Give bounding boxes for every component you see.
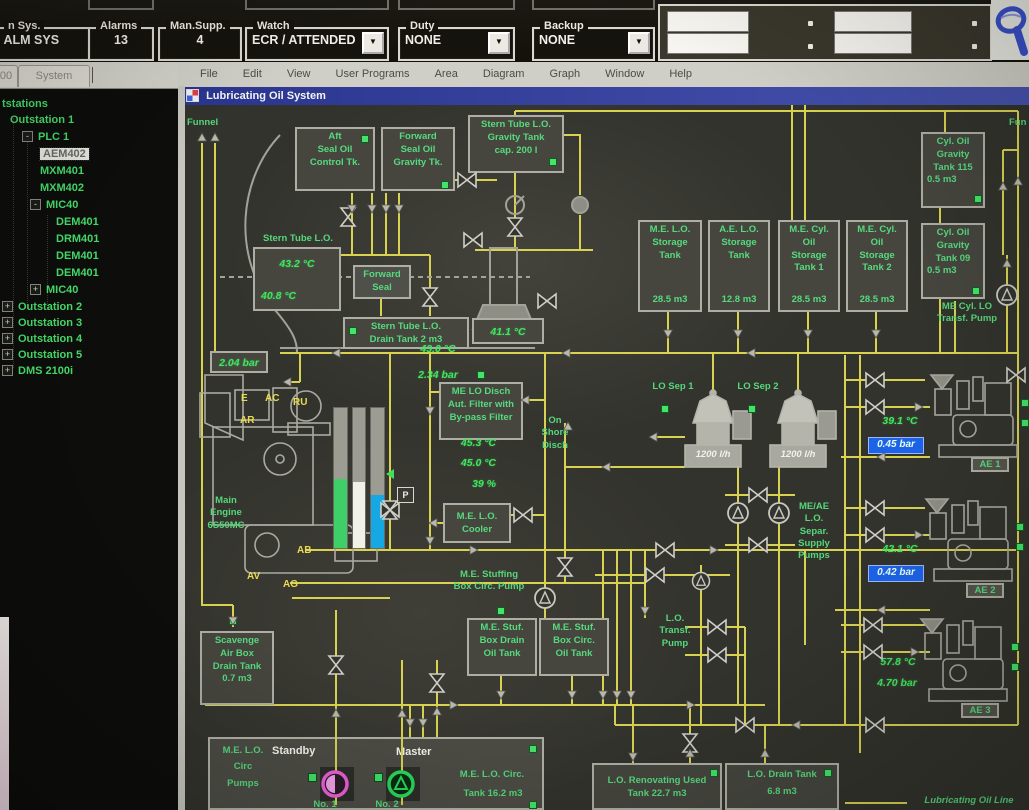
window-title: Lubricating Oil System [206,90,326,102]
tree-item[interactable]: MXM401 [40,163,84,178]
watch-group: Watch ECR / ATTENDED ▼ [245,20,389,61]
tree-item[interactable]: + Outstation 4 [2,331,82,346]
tree-item[interactable]: DEM401 [56,214,99,229]
tree-item[interactable]: + Outstation 5 [2,347,82,362]
menu-bar: File Edit View User Programs Area Diagra… [178,62,1029,87]
group-label: Watch [253,20,294,32]
tree-item-selected[interactable]: AEM402 [39,146,90,161]
backup-dropdown-button[interactable]: ▼ [628,32,650,54]
menu-diagram[interactable]: Diagram [483,68,525,80]
tree-item[interactable]: + Outstation 2 [2,299,82,314]
menu-file[interactable]: File [200,68,218,80]
window-icon [186,89,199,102]
outstation-tree: tstations Outstation 1 - PLC 1 AEM402 MXM… [0,90,178,810]
monitor-bezel-artifact [0,617,9,810]
window-border [178,86,185,810]
menu-edit[interactable]: Edit [243,68,262,80]
outstation-sidebar: 00 System tstations Outstation 1 - PLC 1 … [0,62,178,810]
pump-icons[interactable] [534,284,1018,609]
tree-item[interactable]: - PLC 1 [22,129,69,144]
alarm-system-value: . ALM SYS [0,33,60,47]
alarms-count: 13 [114,33,128,47]
symbols-layer [197,132,1026,805]
tree-item[interactable]: Outstation 1 [10,112,74,127]
tree-item[interactable]: DEM401 [56,248,99,263]
duty-group: Duty NONE ▼ [398,20,515,61]
menu-user-programs[interactable]: User Programs [336,68,410,80]
diagram-title-bar[interactable]: Lubricating Oil System [183,87,1029,105]
tree-item[interactable]: DRM401 [56,231,99,246]
blank-indicator-panel [658,4,992,61]
tree-item[interactable]: - MIC40 [30,197,78,212]
tab-partial[interactable]: 00 [0,65,18,87]
monitoring-screen: n Sys. . ALM SYS Alarms 13 Man.Supp. 4 W… [0,0,1029,810]
tree-item[interactable]: + DMS 2100i [2,363,73,378]
standby-pump-icon[interactable] [321,770,349,798]
watch-dropdown-button[interactable]: ▼ [362,32,384,54]
flow-arrows [197,132,1023,762]
man-supp-count: 4 [196,33,204,47]
menu-area[interactable]: Area [435,68,458,80]
alarm-status-bar: n Sys. . ALM SYS Alarms 13 Man.Supp. 4 W… [0,0,1029,62]
man-supp-group: Man.Supp. 4 [158,20,242,61]
group-label: Duty [406,20,439,32]
logo-icon [995,6,1028,56]
tab-system[interactable]: System [18,65,90,87]
duty-dropdown-button[interactable]: ▼ [488,32,510,54]
menu-graph[interactable]: Graph [550,68,581,80]
master-pump-icon[interactable] [387,770,415,798]
alarms-group: Alarms 13 [88,20,154,61]
tree-item[interactable]: + MIC40 [30,282,78,297]
tree-item[interactable]: DEM401 [56,265,99,280]
vendor-logo [991,0,1029,60]
menu-help[interactable]: Help [669,68,692,80]
lubricating-oil-diagram: Funnel Fun Aft Seal Oil Control Tk. Forwar… [185,105,1029,810]
alarm-system-group: n Sys. . ALM SYS [0,20,90,61]
group-label: Backup [540,20,588,32]
group-label: Man.Supp. [166,20,230,32]
tree-item[interactable]: + Outstation 3 [2,315,82,330]
valve-icons[interactable] [328,172,1026,753]
sidebar-tab-bar: 00 System [0,62,178,89]
menu-window[interactable]: Window [605,68,644,80]
group-label: n Sys. [4,20,45,32]
tree-item[interactable]: MXM402 [40,180,84,195]
menu-view[interactable]: View [287,68,311,80]
group-label: Alarms [96,20,142,32]
tree-item[interactable]: tstations [2,96,48,111]
backup-group: Backup NONE ▼ [532,20,655,61]
